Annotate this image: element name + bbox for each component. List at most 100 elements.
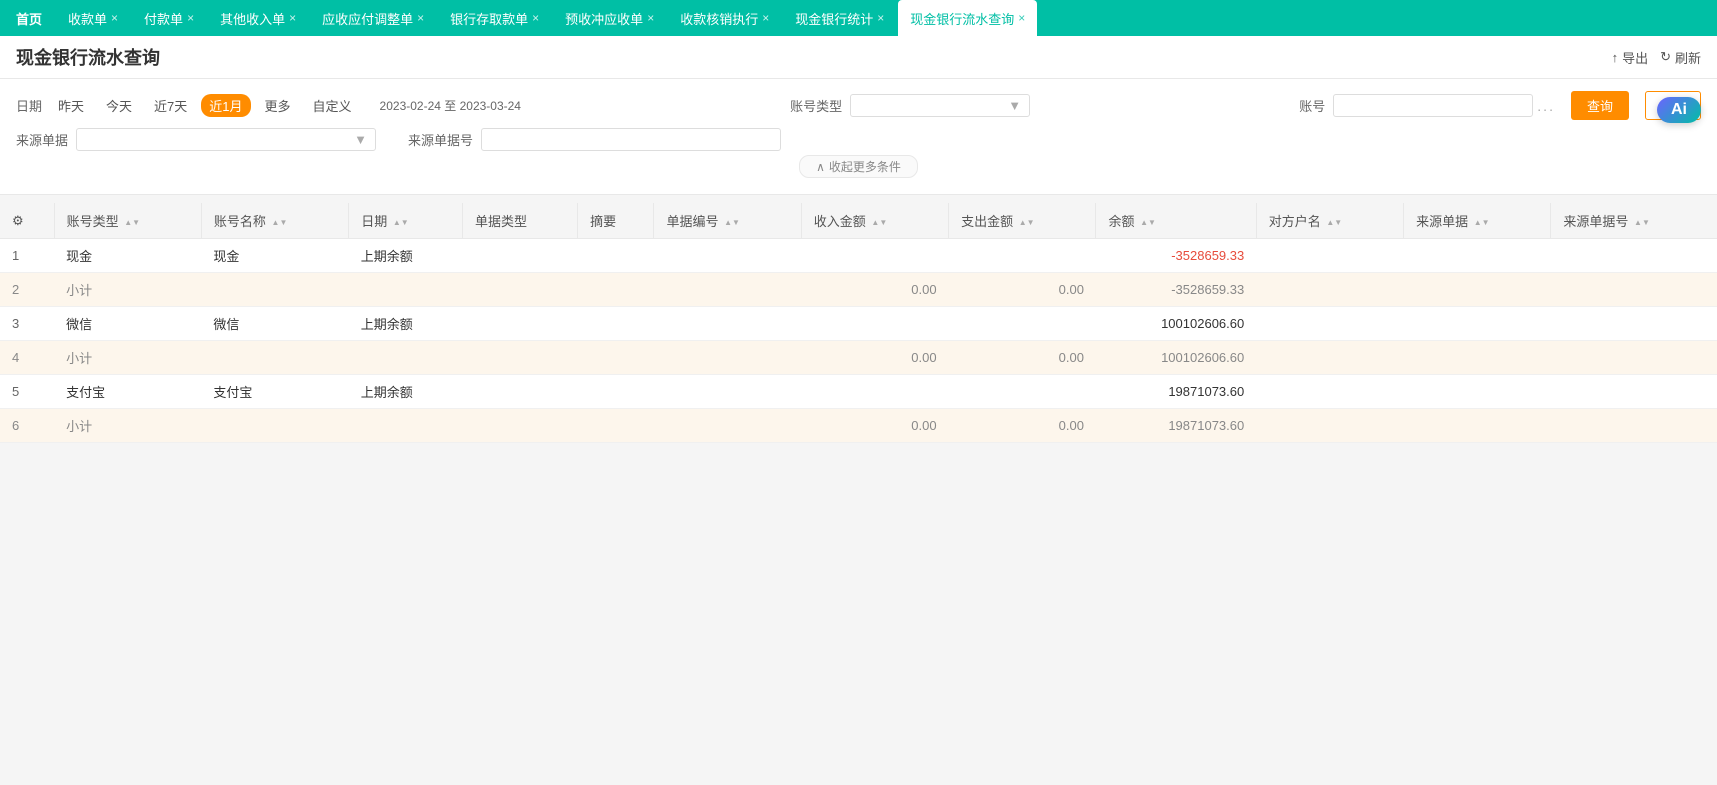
table-cell [201,409,348,443]
table-cell: 0.00 [949,341,1096,375]
source-doc-no-label: 来源单据号 [408,130,473,149]
filter-area: 日期 昨天 今天 近7天 近1月 更多 自定义 2023-02-24 至 202… [0,79,1717,195]
sort-arrows-balance: ▲▼ [1140,218,1156,227]
table-cell [654,341,801,375]
nav-tab-bank-deposits[interactable]: 银行存取款单 × [438,0,551,36]
table-cell [949,307,1096,341]
nav-tab-prepaid[interactable]: 预收冲应收单 × [553,0,666,36]
th-source-doc-no[interactable]: 来源单据号 ▲▼ [1551,203,1717,239]
nav-tab-home[interactable]: 首页 [4,0,54,36]
nav-close-collection-exec[interactable]: × [762,11,769,25]
date-option-yesterday[interactable]: 昨天 [50,94,92,117]
nav-tab-bank-stats[interactable]: 现金银行统计 × [783,0,896,36]
date-option-1month[interactable]: 近1月 [201,94,250,117]
th-income[interactable]: 收入金额 ▲▼ [801,203,948,239]
th-date[interactable]: 日期 ▲▼ [349,203,463,239]
table-cell [1551,239,1717,273]
table-cell [578,375,654,409]
refresh-button[interactable]: ↻ 刷新 [1660,48,1701,67]
date-option-more[interactable]: 更多 [257,94,299,117]
table-cell [1551,307,1717,341]
date-option-today[interactable]: 今天 [98,94,140,117]
sort-arrows-source-doc-no: ▲▼ [1634,218,1650,227]
table-cell: 100102606.60 [1096,307,1256,341]
account-input[interactable] [1333,94,1533,117]
table-cell [462,375,577,409]
table-cell [578,341,654,375]
table-cell [349,341,463,375]
table-cell [578,307,654,341]
th-settings[interactable]: ⚙ [0,203,54,239]
table-cell: 小计 [54,341,201,375]
nav-close-adjustments[interactable]: × [417,11,424,25]
ai-badge[interactable]: Ai [1657,97,1701,123]
table-cell [801,239,948,273]
nav-tab-adjustments[interactable]: 应收应付调整单 × [310,0,436,36]
refresh-icon: ↻ [1660,49,1671,65]
table-cell: 0.00 [801,341,948,375]
table-cell [201,273,348,307]
nav-close-receipts[interactable]: × [111,11,118,25]
table-cell: 0.00 [949,409,1096,443]
th-expense[interactable]: 支出金额 ▲▼ [949,203,1096,239]
table-cell [1256,307,1403,341]
table-cell [462,307,577,341]
table-cell [1404,307,1551,341]
nav-tab-collection-exec[interactable]: 收款核销执行 × [668,0,781,36]
filter-row-1: 日期 昨天 今天 近7天 近1月 更多 自定义 2023-02-24 至 202… [16,91,1701,120]
table-row: 6小计0.000.0019871073.60 [0,409,1717,443]
page-header: 现金银行流水查询 ↑ 导出 ↻ 刷新 [0,36,1717,79]
table-cell: 微信 [54,307,201,341]
table-cell [1404,409,1551,443]
date-filter-label: 日期 [16,96,42,115]
nav-close-bank-stats[interactable]: × [877,11,884,25]
th-account-name[interactable]: 账号名称 ▲▼ [201,203,348,239]
source-doc-no-input[interactable] [481,128,781,151]
export-button[interactable]: ↑ 导出 [1612,48,1649,67]
nav-tab-collection-exec-label: 收款核销执行 [680,9,758,28]
source-doc-select[interactable]: ▼ [76,128,376,151]
query-button[interactable]: 查询 [1571,91,1629,120]
th-counterpart[interactable]: 对方户名 ▲▼ [1256,203,1403,239]
th-doc-no[interactable]: 单据编号 ▲▼ [654,203,801,239]
th-summary[interactable]: 摘要 [578,203,654,239]
th-balance[interactable]: 余额 ▲▼ [1096,203,1256,239]
nav-close-prepaid[interactable]: × [647,11,654,25]
table-row: 3微信微信上期余额100102606.60 [0,307,1717,341]
th-source-doc-no-label: 来源单据号 [1563,214,1628,229]
nav-tab-bank-flow[interactable]: 现金银行流水查询 × [898,0,1037,36]
collapse-button[interactable]: ∧ 收起更多条件 [799,155,918,178]
th-account-type-label: 账号类型 [67,214,119,229]
account-group: 账号 ... [1299,94,1555,117]
table-container: ⚙ 账号类型 ▲▼ 账号名称 ▲▼ 日期 ▲▼ 单据类型 摘 [0,203,1717,443]
table-cell [1404,341,1551,375]
sort-arrows-doc-no: ▲▼ [724,218,740,227]
nav-close-payments[interactable]: × [187,11,194,25]
table-cell [1404,239,1551,273]
nav-tab-receipts[interactable]: 收款单 × [56,0,130,36]
account-type-select[interactable]: ▼ [850,94,1030,117]
nav-tab-other-income[interactable]: 其他收入单 × [208,0,308,36]
account-more-button[interactable]: ... [1537,98,1555,114]
date-option-custom[interactable]: 自定义 [305,94,360,117]
table-cell [578,409,654,443]
table-cell [349,409,463,443]
th-source-doc[interactable]: 来源单据 ▲▼ [1404,203,1551,239]
table-cell: 100102606.60 [1096,341,1256,375]
table-cell [654,307,801,341]
nav-close-other-income[interactable]: × [289,11,296,25]
th-account-type[interactable]: 账号类型 ▲▼ [54,203,201,239]
nav-tab-payments[interactable]: 付款单 × [132,0,206,36]
table-cell: 微信 [201,307,348,341]
th-income-label: 收入金额 [814,214,866,229]
table-cell: 现金 [54,239,201,273]
th-doc-type[interactable]: 单据类型 [462,203,577,239]
table-cell: -3528659.33 [1096,273,1256,307]
nav-close-bank-deposits[interactable]: × [532,11,539,25]
date-option-7days[interactable]: 近7天 [146,94,195,117]
table-cell: 支付宝 [54,375,201,409]
th-expense-label: 支出金额 [961,214,1013,229]
table-cell [462,341,577,375]
nav-close-bank-flow[interactable]: × [1018,11,1025,25]
nav-tab-payments-label: 付款单 [144,9,183,28]
